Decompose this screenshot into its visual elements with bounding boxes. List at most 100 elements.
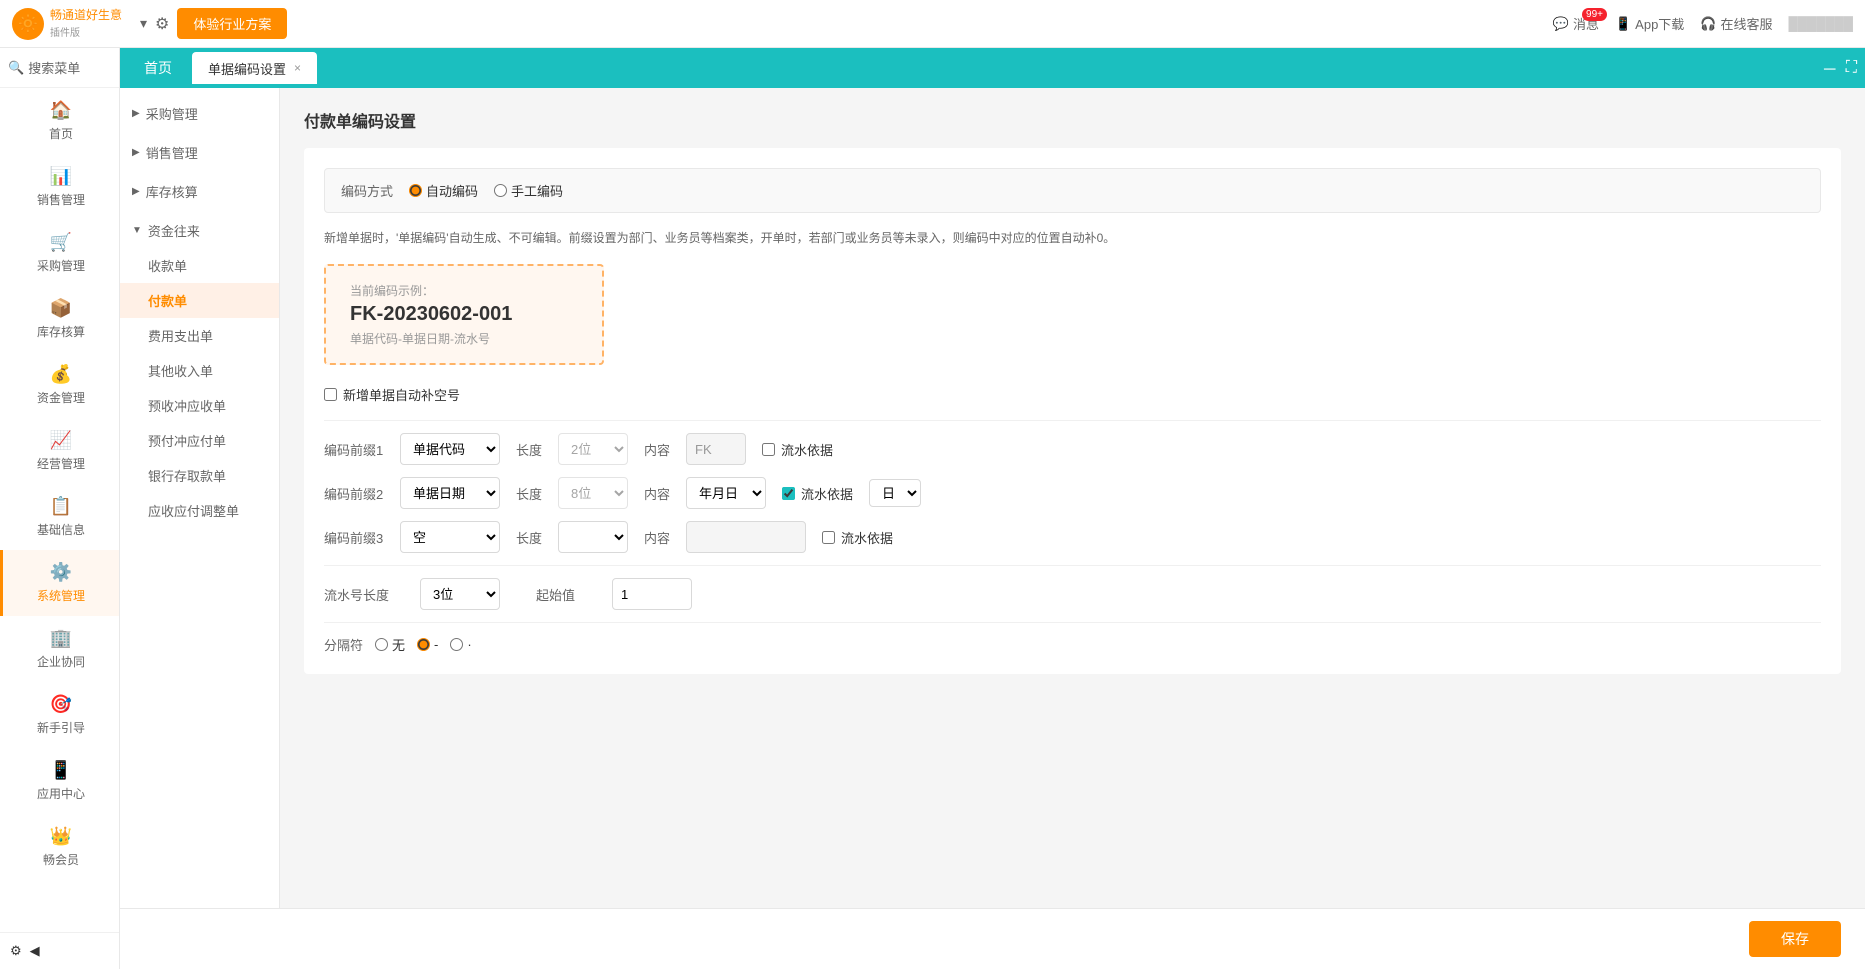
prefix1-length-wrap: 2位 [558, 433, 628, 465]
preview-sub: 单据代码-单据日期-流水号 [350, 330, 578, 347]
tab-home[interactable]: 首页 [128, 48, 188, 88]
purchase-icon: 🛒 [50, 232, 72, 253]
prefix1-serial-check[interactable] [762, 443, 775, 456]
serial-length-wrap: 3位 4位 5位 [420, 578, 500, 610]
user-avatar[interactable]: ███████ [1789, 16, 1853, 31]
sub-nav: ▶ 采购管理 ▶ 销售管理 ▶ 库存核算 [120, 88, 280, 908]
prefix1-serial-checkbox: 流水依据 [762, 440, 833, 459]
member-icon: 👑 [50, 826, 72, 847]
prefix1-label: 编码前缀1 [324, 440, 384, 459]
sub-nav-item-receipt[interactable]: 收款单 [120, 248, 279, 283]
dropdown-btn[interactable]: ▾ [140, 15, 147, 32]
top-nav-right: 💬 消息 99+ 📱 App下载 🎧 在线客服 ███████ [1553, 14, 1853, 33]
prefix3-serial-check[interactable] [822, 531, 835, 544]
sidebar-item-basic[interactable]: 📋 基础信息 [0, 484, 119, 550]
prefix3-select-wrap: 空 部门 业务员 [400, 521, 500, 553]
sub-nav-item-bank[interactable]: 银行存取款单 [120, 458, 279, 493]
sidebar-item-inventory[interactable]: 📦 库存核算 [0, 286, 119, 352]
prefix1-content-input: FK [686, 433, 746, 465]
app-download-btn[interactable]: 📱 App下载 [1615, 14, 1684, 33]
page-main: 付款单编码设置 编码方式 自动编码 手工编码 [280, 88, 1865, 908]
serial-start-input[interactable] [612, 578, 692, 610]
prefix3-content-input [686, 521, 806, 553]
prefix2-content-wrap: 年月日 年月 年 [686, 477, 766, 509]
sub-nav-item-expense[interactable]: 费用支出单 [120, 318, 279, 353]
sidebar-item-member[interactable]: 👑 畅会员 [0, 814, 119, 880]
manual-radio-label[interactable]: 手工编码 [494, 181, 563, 200]
sub-nav-item-other-income[interactable]: 其他收入单 [120, 353, 279, 388]
sub-nav-group-inventory: ▶ 库存核算 [120, 174, 279, 209]
prefix3-length-select[interactable] [558, 521, 628, 553]
home-icon: 🏠 [50, 100, 72, 121]
auto-radio[interactable] [409, 184, 422, 197]
auto-fill-label[interactable]: 新增单据自动补空号 [343, 385, 460, 404]
top-nav-left: 🔆 畅通道好生意 插件版 ▾ ⚙ 体验行业方案 [12, 8, 1545, 40]
settings-bottom-icon[interactable]: ⚙ [10, 943, 22, 959]
prefix2-length-select[interactable]: 8位 [558, 477, 628, 509]
inventory-icon: 📦 [50, 298, 72, 319]
sub-nav-group-sales: ▶ 销售管理 [120, 135, 279, 170]
sidebar-item-enterprise[interactable]: 🏢 企业协同 [0, 616, 119, 682]
radio-group: 自动编码 手工编码 [409, 181, 563, 200]
experience-btn[interactable]: 体验行业方案 [177, 8, 287, 39]
prefix2-serial-select[interactable]: 日 月 年 [869, 479, 921, 507]
main-layout: 🔍 搜索菜单 🏠 首页 📊 销售管理 🛒 采购管理 📦 库存核算 💰 资金管理 … [0, 48, 1865, 969]
prefix3-label: 编码前缀3 [324, 528, 384, 547]
auto-fill-checkbox[interactable] [324, 388, 337, 401]
online-service-btn[interactable]: 🎧 在线客服 [1700, 14, 1772, 33]
sidebar-item-finance[interactable]: 💰 资金管理 [0, 352, 119, 418]
sub-nav-purchase-title[interactable]: ▶ 采购管理 [120, 96, 279, 131]
prefix2-select[interactable]: 单据日期 部门 业务员 [400, 477, 500, 509]
sub-nav-finance-title[interactable]: ▼ 资金往来 [120, 213, 279, 248]
prefix1-select[interactable]: 单据代码 部门 业务员 [400, 433, 500, 465]
prefix2-length-wrap: 8位 [558, 477, 628, 509]
sidebar-item-system[interactable]: ⚙️ 系统管理 [0, 550, 119, 616]
prefix1-length-select[interactable]: 2位 [558, 433, 628, 465]
sub-nav-item-advance-offset[interactable]: 预付冲应付单 [120, 423, 279, 458]
basic-icon: 📋 [50, 496, 72, 517]
auto-radio-label[interactable]: 自动编码 [409, 181, 478, 200]
chevron-right-icon: ▶ [132, 108, 140, 119]
prefix1-length-label: 长度 [516, 440, 542, 459]
prefix2-serial-check[interactable] [782, 487, 795, 500]
separator-row: 分隔符 无 - · [324, 635, 1821, 654]
apps-icon: 📱 [50, 760, 72, 781]
sub-nav-item-prepaid-offset[interactable]: 预收冲应收单 [120, 388, 279, 423]
info-text: 新增单据时，'单据编码'自动生成、不可编辑。前缀设置为部门、业务员等档案类，开单… [324, 229, 1821, 248]
sub-nav-inventory-title[interactable]: ▶ 库存核算 [120, 174, 279, 209]
tab-maximize-btn[interactable]: ⛶ [1846, 56, 1857, 80]
tab-minimize-btn[interactable]: － [1822, 56, 1838, 80]
separator-label: 分隔符 [324, 635, 363, 654]
manual-radio[interactable] [494, 184, 507, 197]
sidebar-item-home[interactable]: 🏠 首页 [0, 88, 119, 154]
sidebar-search[interactable]: 🔍 搜索菜单 [0, 48, 119, 88]
sep-dash-radio[interactable] [417, 638, 430, 651]
sep-dot-label[interactable]: · [450, 637, 471, 652]
messages-badge: 99+ [1582, 8, 1607, 21]
tab-single-encode[interactable]: 单据编码设置 × [192, 52, 317, 84]
save-button[interactable]: 保存 [1749, 921, 1841, 957]
settings-btn[interactable]: ⚙ [155, 14, 169, 34]
sub-nav-item-adjust[interactable]: 应收应付调整单 [120, 493, 279, 528]
sidebar-item-sales[interactable]: 📊 销售管理 [0, 154, 119, 220]
prefix3-select[interactable]: 空 部门 业务员 [400, 521, 500, 553]
sep-dash-label[interactable]: - [417, 637, 438, 652]
prefix2-content-label: 内容 [644, 484, 670, 503]
sub-nav-item-payment[interactable]: 付款单 [120, 283, 279, 318]
collapse-icon[interactable]: ◀ [30, 943, 40, 959]
logo-area: 🔆 畅通道好生意 插件版 [12, 8, 132, 40]
sidebar-item-operations[interactable]: 📈 经营管理 [0, 418, 119, 484]
messages-btn[interactable]: 💬 消息 99+ [1553, 14, 1599, 33]
sidebar-item-guide[interactable]: 🎯 新手引导 [0, 682, 119, 748]
chevron-down-icon: ▼ [132, 225, 142, 236]
preview-label: 当前编码示例： [350, 282, 578, 299]
prefix2-content-select[interactable]: 年月日 年月 年 [686, 477, 766, 509]
serial-length-select[interactable]: 3位 4位 5位 [420, 578, 500, 610]
sidebar-item-apps[interactable]: 📱 应用中心 [0, 748, 119, 814]
tab-close-btn[interactable]: × [294, 61, 301, 75]
sub-nav-sales-title[interactable]: ▶ 销售管理 [120, 135, 279, 170]
sep-none-radio[interactable] [375, 638, 388, 651]
sep-dot-radio[interactable] [450, 638, 463, 651]
sep-none-label[interactable]: 无 [375, 635, 405, 654]
sidebar-item-purchase[interactable]: 🛒 采购管理 [0, 220, 119, 286]
